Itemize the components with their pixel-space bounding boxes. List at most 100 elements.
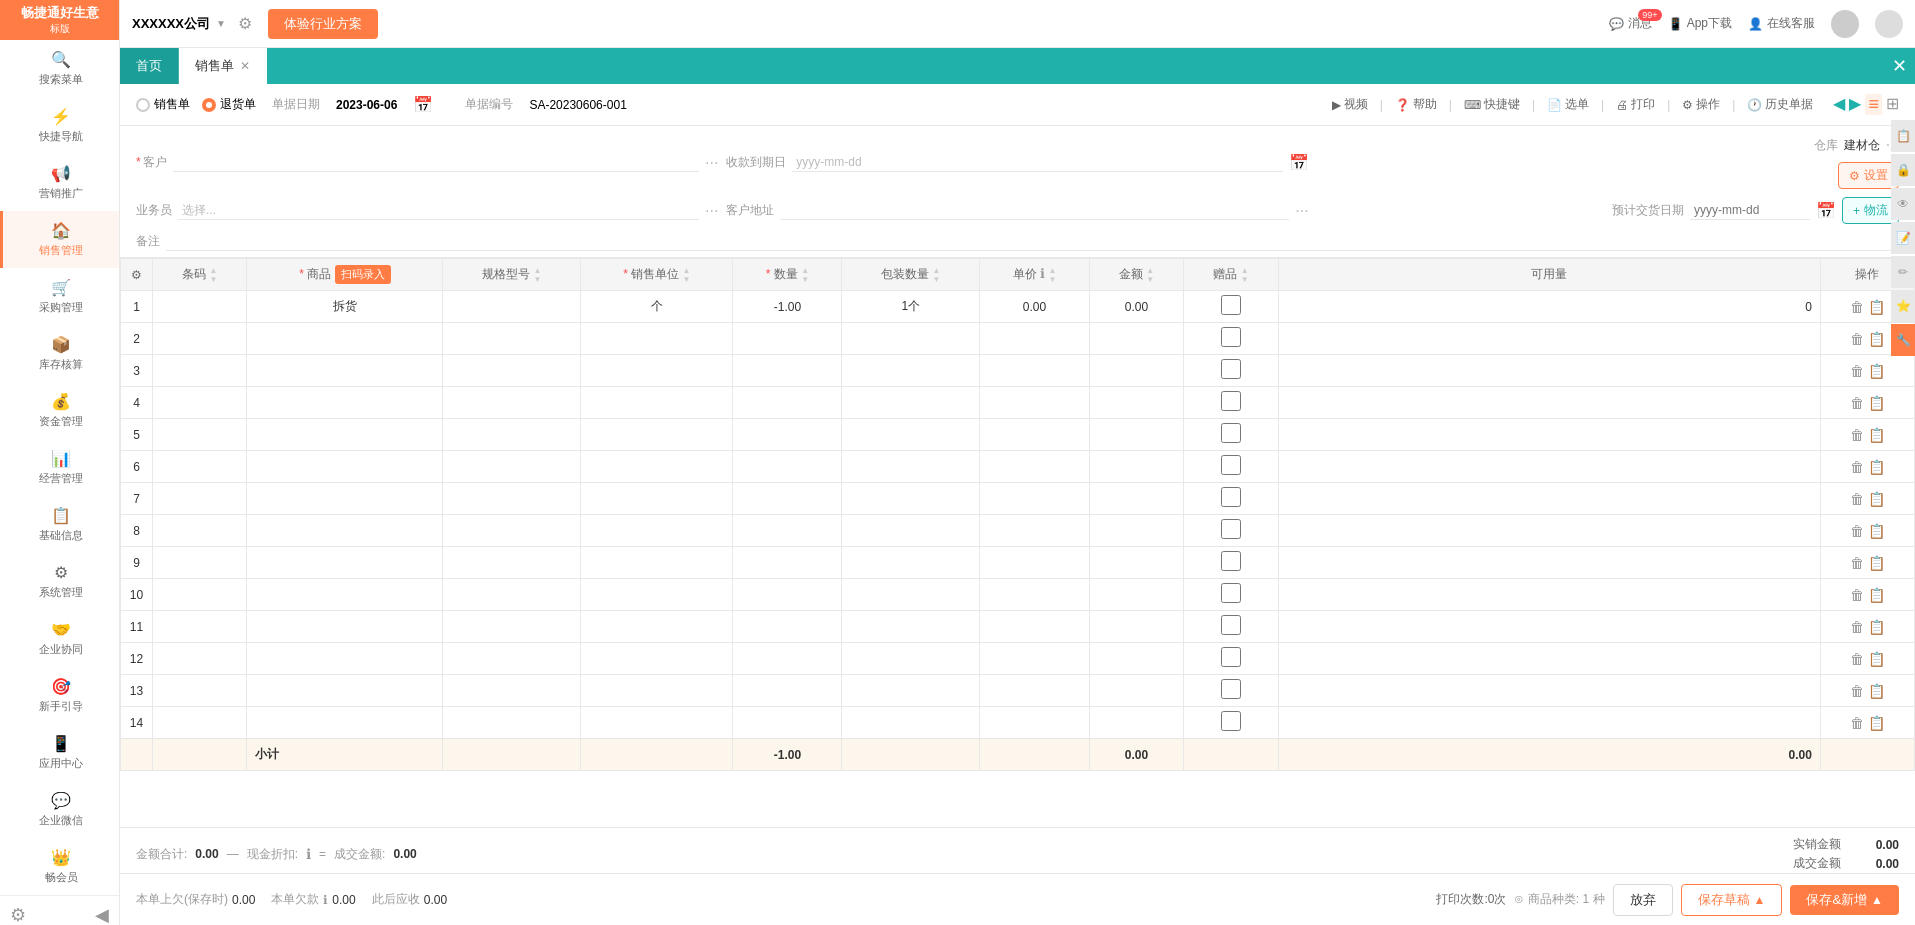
copy-icon[interactable]: 📋 — [1868, 299, 1885, 315]
sales-rep-dots[interactable]: ··· — [705, 202, 718, 220]
customer-addr-dots[interactable]: ··· — [1295, 202, 1308, 220]
sales-rep-input[interactable] — [178, 201, 699, 220]
settings-bottom-icon[interactable]: ⚙ — [10, 904, 26, 925]
copy-icon[interactable]: 📋 — [1868, 555, 1885, 571]
gift-checkbox[interactable] — [1221, 519, 1241, 539]
tab-close-button[interactable]: ✕ — [1892, 55, 1907, 77]
right-tool-1[interactable]: 📋 — [1891, 120, 1915, 152]
gift-checkbox[interactable] — [1221, 615, 1241, 635]
product-type-icon[interactable]: ⊙ — [1514, 892, 1524, 906]
help-button[interactable]: ❓ 帮助 — [1391, 94, 1441, 115]
copy-icon[interactable]: 📋 — [1868, 491, 1885, 507]
customer-addr-input[interactable] — [780, 201, 1289, 220]
sidebar-item-member[interactable]: 👑 畅会员 — [0, 838, 119, 895]
view-table-icon[interactable]: ≡ — [1865, 94, 1882, 115]
try-plan-button[interactable]: 体验行业方案 — [268, 9, 378, 39]
delete-icon[interactable]: 🗑 — [1850, 715, 1864, 731]
right-tool-2[interactable]: 🔒 — [1891, 154, 1915, 186]
calendar-icon[interactable]: 📅 — [413, 95, 433, 114]
discount-info-icon[interactable]: ℹ — [306, 846, 311, 862]
select-button[interactable]: 📄 选单 — [1543, 94, 1593, 115]
header-gear-icon[interactable]: ⚙ — [238, 14, 252, 33]
right-tool-4[interactable]: 📝 — [1891, 222, 1915, 254]
cell-barcode[interactable] — [153, 291, 247, 323]
doc-debit-info-icon[interactable]: ℹ — [323, 893, 328, 907]
sidebar-item-finance[interactable]: 💰 资金管理 — [0, 382, 119, 439]
due-date-calendar-icon[interactable]: 📅 — [1289, 153, 1309, 172]
tab-close-icon[interactable]: ✕ — [240, 59, 250, 73]
copy-icon[interactable]: 📋 — [1868, 395, 1885, 411]
copy-icon[interactable]: 📋 — [1868, 331, 1885, 347]
sidebar-item-search[interactable]: 🔍 搜索菜单 — [0, 40, 119, 97]
delete-icon[interactable]: 🗑 — [1850, 523, 1864, 539]
delete-icon[interactable]: 🗑 — [1850, 331, 1864, 347]
save-new-button[interactable]: 保存&新增 ▲ — [1790, 885, 1899, 915]
sidebar-item-wechat[interactable]: 💬 企业微信 — [0, 781, 119, 838]
sidebar-item-sales[interactable]: 🏠 销售管理 — [0, 211, 119, 268]
settings-button[interactable]: ⚙ ⚙ 设置 设置 — [1838, 162, 1899, 189]
delete-icon[interactable]: 🗑 — [1850, 299, 1864, 315]
avatar2[interactable] — [1875, 10, 1903, 38]
cell-amount[interactable]: 0.00 — [1089, 291, 1183, 323]
tab-home[interactable]: 首页 — [120, 48, 179, 84]
delete-icon[interactable]: 🗑 — [1850, 683, 1864, 699]
gift-checkbox[interactable] — [1221, 391, 1241, 411]
gift-checkbox[interactable] — [1221, 423, 1241, 443]
expected-date-input[interactable] — [1690, 201, 1810, 220]
abandon-button[interactable]: 放弃 — [1613, 884, 1673, 916]
gift-checkbox[interactable] — [1221, 679, 1241, 699]
gift-checkbox[interactable] — [1221, 487, 1241, 507]
gift-checkbox[interactable] — [1221, 711, 1241, 731]
copy-icon[interactable]: 📋 — [1868, 619, 1885, 635]
delete-icon[interactable]: 🗑 — [1850, 587, 1864, 603]
delete-icon[interactable]: 🗑 — [1850, 651, 1864, 667]
sidebar-item-basic-info[interactable]: 📋 基础信息 — [0, 496, 119, 553]
sales-radio[interactable]: 销售单 — [136, 96, 190, 113]
message-button[interactable]: 💬 消息 99+ — [1609, 15, 1652, 32]
copy-icon[interactable]: 📋 — [1868, 683, 1885, 699]
return-radio[interactable]: 退货单 — [202, 96, 256, 113]
view-grid-icon[interactable]: ⊞ — [1886, 94, 1899, 115]
sidebar-item-inventory[interactable]: 📦 库存核算 — [0, 325, 119, 382]
gift-checkbox[interactable] — [1221, 295, 1241, 315]
gift-checkbox[interactable] — [1221, 455, 1241, 475]
cell-spec[interactable] — [443, 291, 581, 323]
sidebar-item-quick-nav[interactable]: ⚡ 快捷导航 — [0, 97, 119, 154]
print-button[interactable]: 🖨 打印 — [1612, 94, 1659, 115]
cell-unit[interactable]: 个 — [581, 291, 733, 323]
copy-icon[interactable]: 📋 — [1868, 459, 1885, 475]
gift-checkbox[interactable] — [1221, 583, 1241, 603]
cell-product[interactable]: 拆货 — [247, 291, 443, 323]
app-download-button[interactable]: 📱 App下载 — [1668, 15, 1732, 32]
copy-icon[interactable]: 📋 — [1868, 523, 1885, 539]
sidebar-item-purchase[interactable]: 🛒 采购管理 — [0, 268, 119, 325]
gift-checkbox[interactable] — [1221, 647, 1241, 667]
sidebar-item-newbie[interactable]: 🎯 新手引导 — [0, 667, 119, 724]
cell-gift[interactable] — [1184, 291, 1278, 323]
cell-price[interactable]: 0.00 — [980, 291, 1090, 323]
shortcut-button[interactable]: ⌨ 快捷键 — [1460, 94, 1524, 115]
copy-icon[interactable]: 📋 — [1868, 715, 1885, 731]
delete-icon[interactable]: 🗑 — [1850, 363, 1864, 379]
copy-icon[interactable]: 📋 — [1868, 651, 1885, 667]
col-settings[interactable]: ⚙ — [121, 259, 153, 291]
copy-icon[interactable]: 📋 — [1868, 427, 1885, 443]
gift-checkbox[interactable] — [1221, 327, 1241, 347]
video-button[interactable]: ▶ 视频 — [1328, 94, 1372, 115]
cell-pkg-qty[interactable]: 1个 — [842, 291, 980, 323]
sidebar-item-system[interactable]: ⚙ 系统管理 — [0, 553, 119, 610]
copy-icon[interactable]: 📋 — [1868, 587, 1885, 603]
gift-checkbox[interactable] — [1221, 551, 1241, 571]
save-draft-button[interactable]: 保存草稿 ▲ — [1681, 884, 1783, 916]
right-tool-3[interactable]: 👁 — [1891, 188, 1915, 220]
avatar[interactable] — [1831, 10, 1859, 38]
view-next-icon[interactable]: ▶ — [1849, 94, 1861, 115]
due-date-input[interactable] — [792, 153, 1282, 172]
online-service-button[interactable]: 👤 在线客服 — [1748, 15, 1815, 32]
company-selector[interactable]: XXXXXX公司 ▼ — [132, 15, 226, 33]
delete-icon[interactable]: 🗑 — [1850, 619, 1864, 635]
customer-input[interactable] — [173, 153, 699, 172]
collapse-icon[interactable]: ◀ — [95, 904, 109, 925]
copy-icon[interactable]: 📋 — [1868, 363, 1885, 379]
gift-checkbox[interactable] — [1221, 359, 1241, 379]
